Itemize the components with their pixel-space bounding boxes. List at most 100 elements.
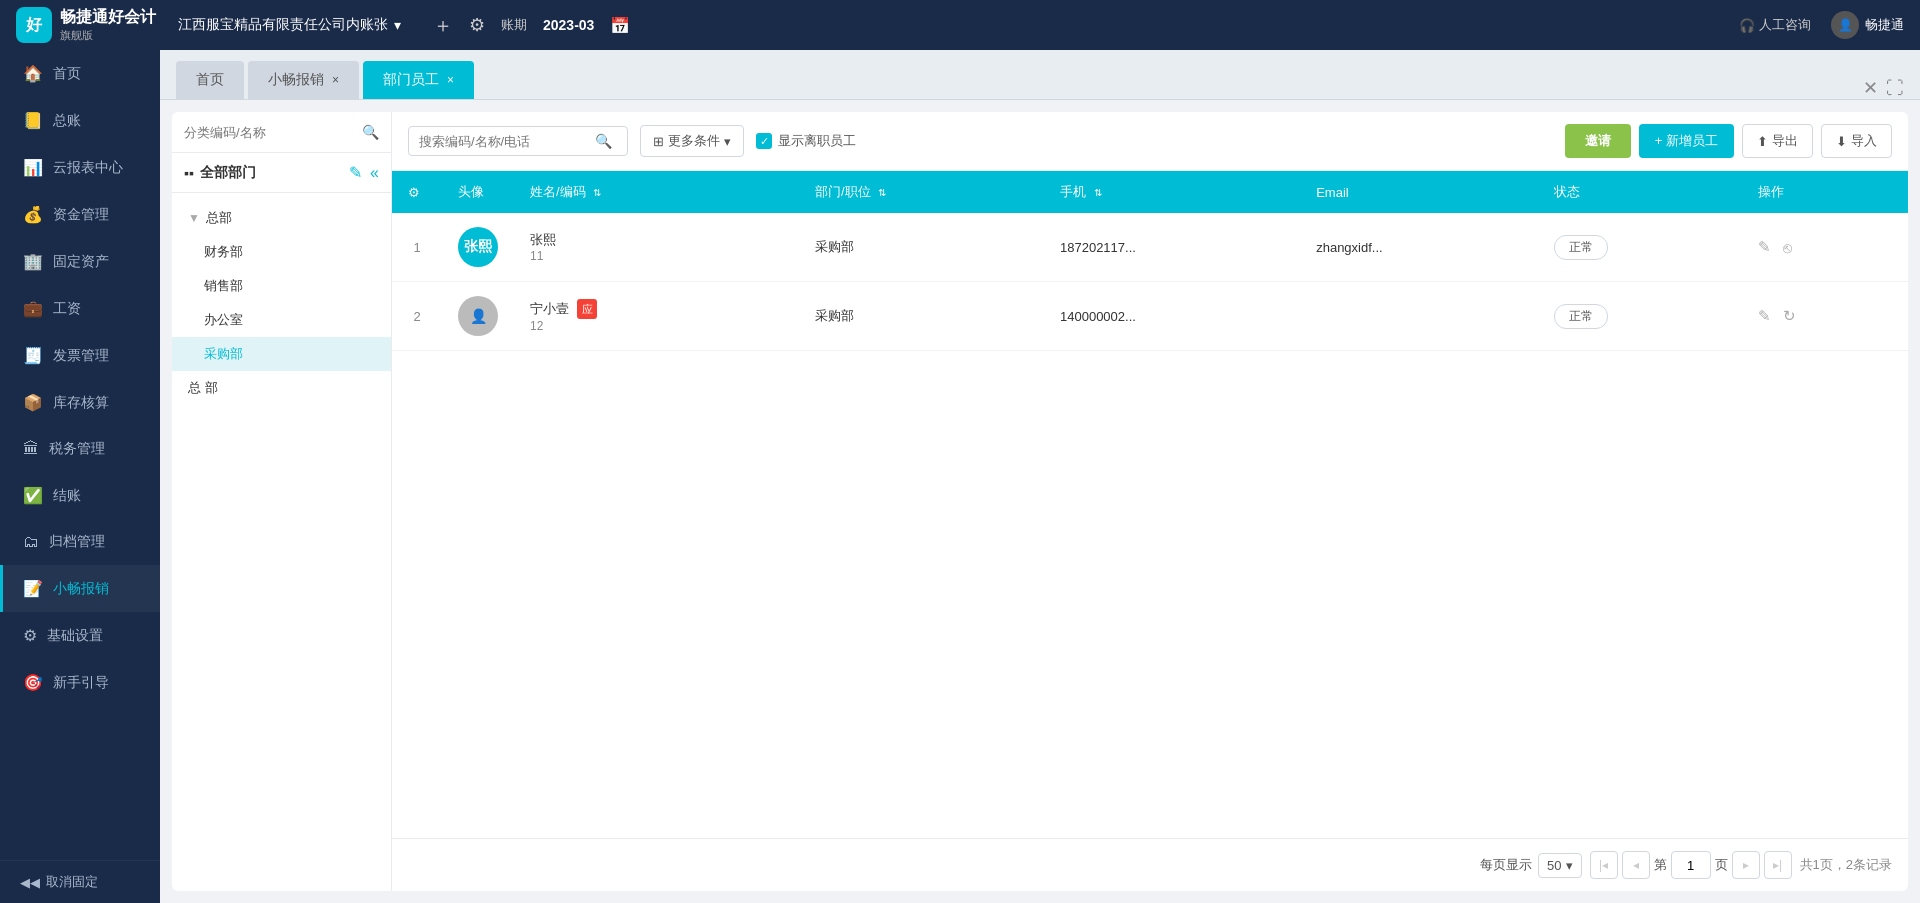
avatar-1: 张熙 <box>458 227 498 267</box>
col-settings[interactable]: ⚙ <box>392 171 442 213</box>
top-header: 好 畅捷通好会计 旗舰版 江西服宝精品有限责任公司内账张 ▾ ＋ ⚙ 账期 20… <box>0 0 1920 50</box>
dept-cell-2: 采购部 <box>799 282 1044 351</box>
dept-tree: ▼ 总部 财务部 销售部 办公室 采购部 <box>172 193 391 891</box>
page-suffix: 页 <box>1715 856 1728 874</box>
sidebar-item-close[interactable]: ✅ 结账 <box>0 472 160 519</box>
dept-purchase-label: 采购部 <box>204 345 243 363</box>
name-cell-1: 张熙 11 <box>514 213 799 282</box>
sidebar-item-report-center[interactable]: 📊 云报表中心 <box>0 144 160 191</box>
page-input[interactable] <box>1671 851 1711 879</box>
logout-employee-1[interactable]: ⎋ <box>1783 239 1792 256</box>
inventory-icon: 📦 <box>23 393 43 412</box>
edit-employee-2[interactable]: ✎ <box>1758 307 1771 325</box>
dept-node-finance[interactable]: 财务部 <box>172 235 391 269</box>
sidebar-item-settings[interactable]: ⚙ 基础设置 <box>0 612 160 659</box>
app-version: 旗舰版 <box>60 28 156 43</box>
sidebar-item-expense[interactable]: 📝 小畅报销 <box>0 565 160 612</box>
sidebar-item-fixed-assets[interactable]: 🏢 固定资产 <box>0 238 160 285</box>
sidebar-label-close: 结账 <box>53 487 81 505</box>
avatar-2: 👤 <box>458 296 498 336</box>
more-filter-btn[interactable]: ⊞ 更多条件 ▾ <box>640 125 744 157</box>
prev-page-btn[interactable]: ◂ <box>1622 851 1650 879</box>
col-name[interactable]: 姓名/编码 ⇅ <box>514 171 799 213</box>
collapse-dept-icon[interactable]: « <box>370 164 379 182</box>
logo-icon: 好 <box>16 7 52 43</box>
employee-search-input[interactable] <box>419 134 589 149</box>
fund-icon: 💰 <box>23 205 43 224</box>
tab-expense-label: 小畅报销 <box>268 71 324 89</box>
import-btn[interactable]: ⬇ 导入 <box>1821 124 1892 158</box>
col-dept[interactable]: 部门/职位 ⇅ <box>799 171 1044 213</box>
dept-node-general[interactable]: 总 部 <box>172 371 391 405</box>
table-row: 2 👤 宁小壹 应 12 <box>392 282 1908 351</box>
employee-search-icon[interactable]: 🔍 <box>595 133 612 149</box>
all-dept-label: ▪▪ 全部部门 <box>184 164 256 182</box>
first-page-btn[interactable]: |◂ <box>1590 851 1618 879</box>
sidebar-item-invoice[interactable]: 🧾 发票管理 <box>0 332 160 379</box>
tab-dept-close[interactable]: × <box>447 73 454 87</box>
sidebar-item-general-ledger[interactable]: 📒 总账 <box>0 97 160 144</box>
edit-dept-icon[interactable]: ✎ <box>349 163 362 182</box>
dept-header: ▪▪ 全部部门 ✎ « <box>172 153 391 193</box>
last-page-btn[interactable]: ▸| <box>1764 851 1792 879</box>
col-phone[interactable]: 手机 ⇅ <box>1044 171 1300 213</box>
show-inactive-checkbox[interactable]: ✓ <box>756 133 772 149</box>
tab-dept-employee[interactable]: 部门员工 × <box>363 61 474 99</box>
settings-icon[interactable]: ⚙ <box>469 14 485 36</box>
dept-node-root[interactable]: ▼ 总部 <box>172 201 391 235</box>
ying-badge-2: 应 <box>577 299 597 319</box>
dept-search-input[interactable] <box>184 125 356 140</box>
refresh-employee-2[interactable]: ↻ <box>1783 307 1796 325</box>
tab-expense-report[interactable]: 小畅报销 × <box>248 61 359 99</box>
total-info: 共1页，2条记录 <box>1800 856 1892 874</box>
invite-btn[interactable]: 邀请 <box>1565 124 1631 158</box>
col-avatar: 头像 <box>442 171 514 213</box>
sidebar-item-inventory[interactable]: 📦 库存核算 <box>0 379 160 426</box>
per-page-select[interactable]: 50 ▾ <box>1538 853 1581 878</box>
name-cell-2: 宁小壹 应 12 <box>514 282 799 351</box>
next-page-btn[interactable]: ▸ <box>1732 851 1760 879</box>
dept-node-sales[interactable]: 销售部 <box>172 269 391 303</box>
status-cell-1: 正常 <box>1538 213 1742 282</box>
cancel-pin-btn[interactable]: ◀◀ 取消固定 <box>0 860 160 903</box>
invoice-icon: 🧾 <box>23 346 43 365</box>
dept-node-office[interactable]: 办公室 <box>172 303 391 337</box>
dept-node-purchase[interactable]: 采购部 <box>172 337 391 371</box>
home-icon: 🏠 <box>23 64 43 83</box>
avatar-cell-1: 张熙 <box>442 213 514 282</box>
dept-header-icons: ✎ « <box>349 163 379 182</box>
sidebar-item-tax[interactable]: 🏛 税务管理 <box>0 426 160 472</box>
calendar-icon[interactable]: 📅 <box>610 16 630 35</box>
period-value[interactable]: 2023-03 <box>543 17 594 33</box>
dept-search-icon[interactable]: 🔍 <box>362 124 379 140</box>
sidebar-item-fund-mgmt[interactable]: 💰 资金管理 <box>0 191 160 238</box>
email-cell-2 <box>1300 282 1537 351</box>
toolbar-right: 邀请 + 新增员工 ⬆ 导出 ⬇ 导入 <box>1565 124 1892 158</box>
sidebar-item-archive[interactable]: 🗂 归档管理 <box>0 519 160 565</box>
sidebar-item-payroll[interactable]: 💼 工资 <box>0 285 160 332</box>
sidebar-item-home[interactable]: 🏠 首页 <box>0 50 160 97</box>
tax-icon: 🏛 <box>23 440 39 458</box>
per-page-value: 50 <box>1547 858 1561 873</box>
tab-expense-close[interactable]: × <box>332 73 339 87</box>
main-layout: 🏠 首页 📒 总账 📊 云报表中心 💰 资金管理 🏢 固定资产 💼 工资 🧾 发… <box>0 50 1920 903</box>
add-company-btn[interactable]: ＋ <box>433 12 453 39</box>
support-btn[interactable]: 🎧 人工咨询 <box>1739 16 1811 34</box>
filter-icon: ⊞ <box>653 134 664 149</box>
sidebar-label-payroll: 工资 <box>53 300 81 318</box>
close-window-btn[interactable]: ✕ <box>1863 77 1878 99</box>
export-btn[interactable]: ⬆ 导出 <box>1742 124 1813 158</box>
user-info[interactable]: 👤 畅捷通 <box>1831 11 1904 39</box>
edit-employee-1[interactable]: ✎ <box>1758 238 1771 256</box>
dept-root-label: 总部 <box>206 209 232 227</box>
payroll-icon: 💼 <box>23 299 43 318</box>
action-cell-1: ✎ ⎋ <box>1758 238 1892 256</box>
headset-icon: 🎧 <box>1739 18 1755 33</box>
add-employee-btn[interactable]: + 新增员工 <box>1639 124 1734 158</box>
sidebar-label-guide: 新手引导 <box>53 674 109 692</box>
close-period-icon: ✅ <box>23 486 43 505</box>
company-selector[interactable]: 江西服宝精品有限责任公司内账张 ▾ <box>178 16 401 34</box>
tab-home[interactable]: 首页 <box>176 61 244 99</box>
sidebar-item-guide[interactable]: 🎯 新手引导 <box>0 659 160 706</box>
maximize-window-btn[interactable]: ⛶ <box>1886 78 1904 99</box>
